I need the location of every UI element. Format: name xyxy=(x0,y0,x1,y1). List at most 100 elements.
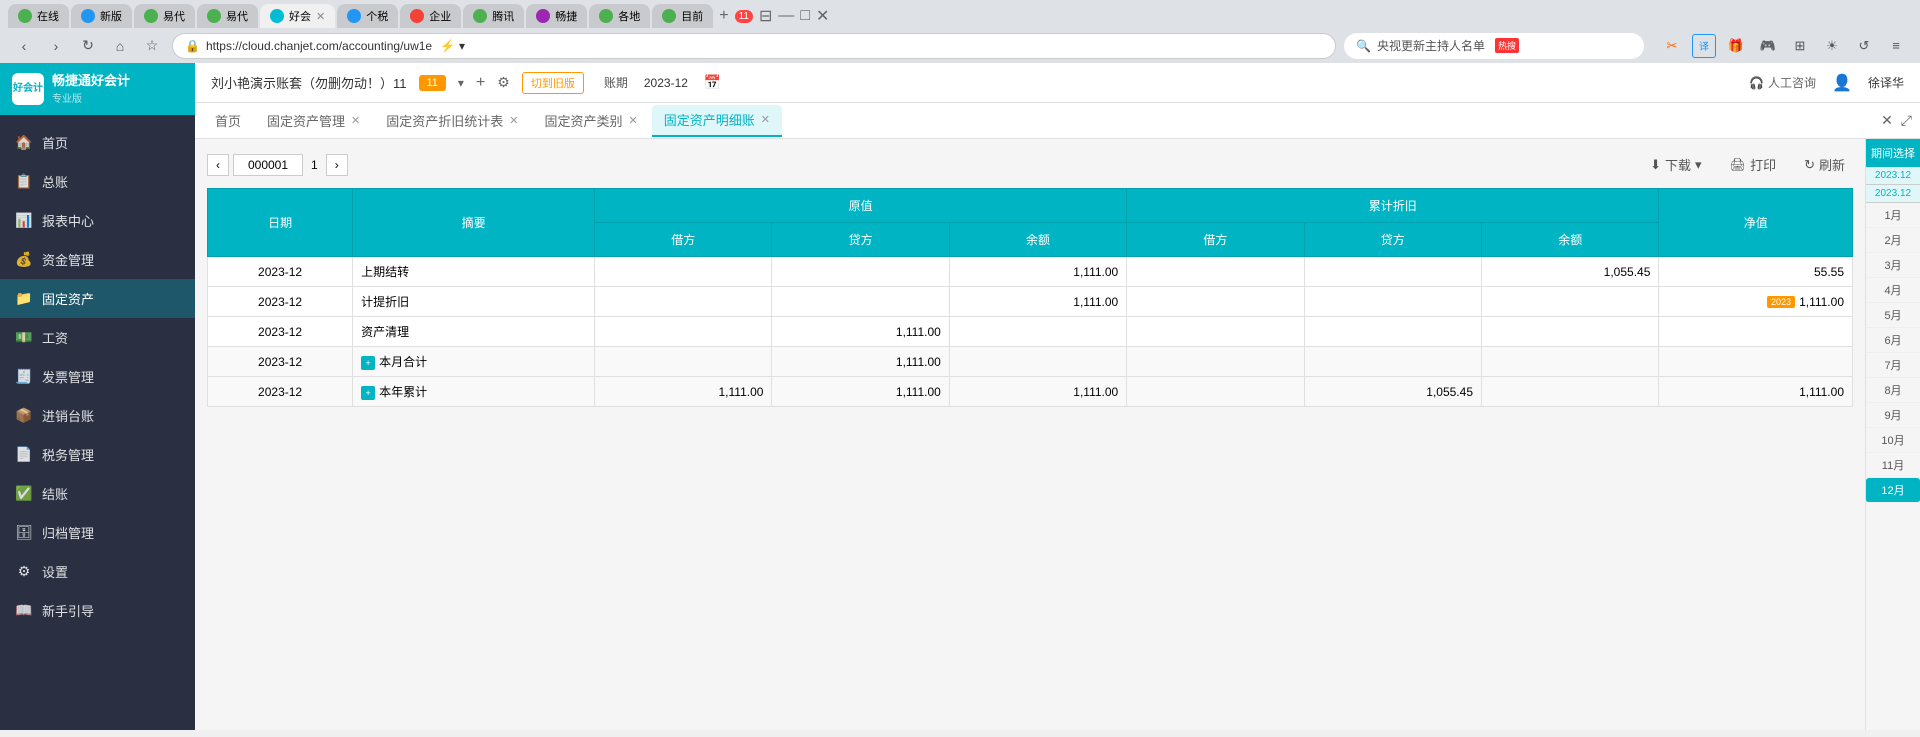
table-row: 2023-12 资产清理 1,111.00 xyxy=(208,317,1853,347)
download-dropdown[interactable]: ▾ xyxy=(1695,157,1702,173)
page-number-input[interactable] xyxy=(233,154,303,176)
sidebar-item-invoice[interactable]: 🧾 发票管理 xyxy=(0,357,195,396)
browser-tab-new[interactable]: 新版 xyxy=(71,4,132,28)
url-dropdown[interactable]: ▾ xyxy=(459,39,465,53)
forward-btn[interactable]: › xyxy=(44,34,68,58)
url-bar[interactable]: 🔒 https://cloud.chanjet.com/accounting/u… xyxy=(172,33,1336,59)
undo-icon[interactable]: ↺ xyxy=(1852,34,1876,58)
tab-close-depreciation-stats[interactable]: ✕ xyxy=(509,114,518,127)
tab-expand-btn[interactable]: ⤢ xyxy=(1901,112,1912,129)
minimize-btn[interactable]: — xyxy=(778,7,794,25)
period-month-1[interactable]: 1月 xyxy=(1866,203,1920,228)
period-month-7[interactable]: 7月 xyxy=(1866,353,1920,378)
grid-icon[interactable]: ⊞ xyxy=(1788,34,1812,58)
sidebar-item-fixed-assets[interactable]: 📁 固定资产 xyxy=(0,279,195,318)
cell-accum-debit xyxy=(1127,287,1304,317)
tab-pin-btn[interactable]: ✕ xyxy=(1881,112,1893,129)
close-btn[interactable]: ✕ xyxy=(816,6,829,26)
sidebar-item-funds[interactable]: 💰 资金管理 xyxy=(0,240,195,279)
browser-tab-yidai2[interactable]: 易代 xyxy=(197,4,258,28)
tab-close-fixed-assets-detail[interactable]: ✕ xyxy=(761,113,770,126)
browser-tab-changjie[interactable]: 畅捷 xyxy=(526,4,587,28)
ai-consult-btn[interactable]: 🎧 人工咨询 xyxy=(1749,74,1816,91)
period-month-3[interactable]: 3月 xyxy=(1866,253,1920,278)
sidebar-item-payroll[interactable]: 💵 工资 xyxy=(0,318,195,357)
purchase-sales-icon: 📦 xyxy=(16,408,32,424)
settings-company-btn[interactable]: ⚙ xyxy=(497,74,510,91)
scissors-icon[interactable]: ✂ xyxy=(1660,34,1684,58)
tab-depreciation-stats[interactable]: 固定资产折旧统计表 ✕ xyxy=(374,105,530,137)
download-btn[interactable]: ⬇ 下载 ▾ xyxy=(1642,151,1709,178)
refresh-btn[interactable]: ↻ 刷新 xyxy=(1796,151,1853,178)
hot-search-badge: 热搜 xyxy=(1495,38,1519,53)
th-orig-debit: 借方 xyxy=(595,223,772,257)
cell-accum-debit xyxy=(1127,317,1304,347)
tab-home[interactable]: 首页 xyxy=(203,105,253,137)
browser-tab-geshui[interactable]: 个税 xyxy=(337,4,398,28)
game-icon[interactable]: 🎮 xyxy=(1756,34,1780,58)
tab-fixed-assets-category[interactable]: 固定资产类别 ✕ xyxy=(532,105,649,137)
tab-fixed-assets-mgmt[interactable]: 固定资产管理 ✕ xyxy=(255,105,372,137)
period-month-4[interactable]: 4月 xyxy=(1866,278,1920,303)
browser-tab-online[interactable]: 在线 xyxy=(8,4,69,28)
bookmark-btn[interactable]: ☆ xyxy=(140,34,164,58)
period-month-6[interactable]: 6月 xyxy=(1866,328,1920,353)
add-company-btn[interactable]: + xyxy=(476,74,485,92)
switch-btn[interactable]: 切到旧版 xyxy=(522,72,584,94)
prev-page-btn[interactable]: ‹ xyxy=(207,154,229,176)
tab-add-btn[interactable]: + xyxy=(719,7,728,25)
browser-tab-gedi[interactable]: 各地 xyxy=(589,4,650,28)
period-date-start[interactable]: 2023.12 xyxy=(1866,167,1920,185)
table-row-monthly-total: 2023-12 +本月合计 1,111.00 xyxy=(208,347,1853,377)
period-month-8[interactable]: 8月 xyxy=(1866,378,1920,403)
sidebar-item-purchase-sales[interactable]: 📦 进销台账 xyxy=(0,396,195,435)
sidebar-item-guide[interactable]: 📖 新手引导 xyxy=(0,591,195,630)
gift-icon[interactable]: 🎁 xyxy=(1724,34,1748,58)
sidebar-item-ledger[interactable]: 📋 总账 xyxy=(0,162,195,201)
sidebar-item-archive[interactable]: 🗄 归档管理 xyxy=(0,513,195,552)
funds-icon: 💰 xyxy=(16,252,32,268)
cell-summary: 上期结转 xyxy=(353,257,595,287)
period-month-10[interactable]: 10月 xyxy=(1866,428,1920,453)
period-month-12[interactable]: 12月 xyxy=(1866,478,1920,503)
home-btn[interactable]: ⌂ xyxy=(108,34,132,58)
period-month-9[interactable]: 9月 xyxy=(1866,403,1920,428)
cell-summary: +本月合计 xyxy=(353,347,595,377)
translate-icon[interactable]: 译 xyxy=(1692,34,1716,58)
dropdown-arrow[interactable]: ▾ xyxy=(458,76,464,90)
tab-fixed-assets-detail[interactable]: 固定资产明细账 ✕ xyxy=(652,105,782,137)
username[interactable]: 徐译华 xyxy=(1868,74,1904,91)
sidebar-item-tax[interactable]: 📄 税务管理 xyxy=(0,435,195,474)
cell-date: 2023-12 xyxy=(208,257,353,287)
browser-tab-qiye[interactable]: 企业 xyxy=(400,4,461,28)
brightness-icon[interactable]: ☀ xyxy=(1820,34,1844,58)
browser-tab-muqian[interactable]: 目前 xyxy=(652,4,713,28)
reports-icon: 📊 xyxy=(16,213,32,229)
print-btn[interactable]: 🖨 打印 xyxy=(1722,151,1785,178)
calendar-icon[interactable]: 📅 xyxy=(704,74,721,91)
sidebar-item-close[interactable]: ✅ 结账 xyxy=(0,474,195,513)
th-summary: 摘要 xyxy=(353,189,595,257)
period-month-5[interactable]: 5月 xyxy=(1866,303,1920,328)
sidebar-item-settings[interactable]: ⚙ 设置 xyxy=(0,552,195,591)
period-date-end[interactable]: 2023.12 xyxy=(1866,185,1920,203)
site-info-icon[interactable]: ⚡ xyxy=(440,39,455,53)
period-month-2[interactable]: 2月 xyxy=(1866,228,1920,253)
reload-btn[interactable]: ↻ xyxy=(76,34,100,58)
close-period-icon: ✅ xyxy=(16,486,32,502)
tab-close-fixed-assets-mgmt[interactable]: ✕ xyxy=(351,114,360,127)
browser-tab-yidai1[interactable]: 易代 xyxy=(134,4,195,28)
tab-close-fixed-assets-category[interactable]: ✕ xyxy=(629,114,638,127)
period-month-11[interactable]: 11月 xyxy=(1866,453,1920,478)
browser-tab-haohui[interactable]: 好会 ✕ xyxy=(260,4,335,28)
search-bar[interactable]: 🔍 央视更新主持人名单 热搜 xyxy=(1344,33,1644,59)
page-total: 1 xyxy=(311,158,318,172)
browser-tab-tengxun[interactable]: 腾讯 xyxy=(463,4,524,28)
next-page-btn[interactable]: › xyxy=(326,154,348,176)
back-btn[interactable]: ‹ xyxy=(12,34,36,58)
sidebar-item-home[interactable]: 🏠 首页 xyxy=(0,123,195,162)
sidebar-item-reports[interactable]: 📊 报表中心 xyxy=(0,201,195,240)
maximize-btn[interactable]: □ xyxy=(800,7,810,25)
menu-icon[interactable]: ≡ xyxy=(1884,34,1908,58)
tab-list-btn[interactable]: ⊟ xyxy=(759,6,772,26)
